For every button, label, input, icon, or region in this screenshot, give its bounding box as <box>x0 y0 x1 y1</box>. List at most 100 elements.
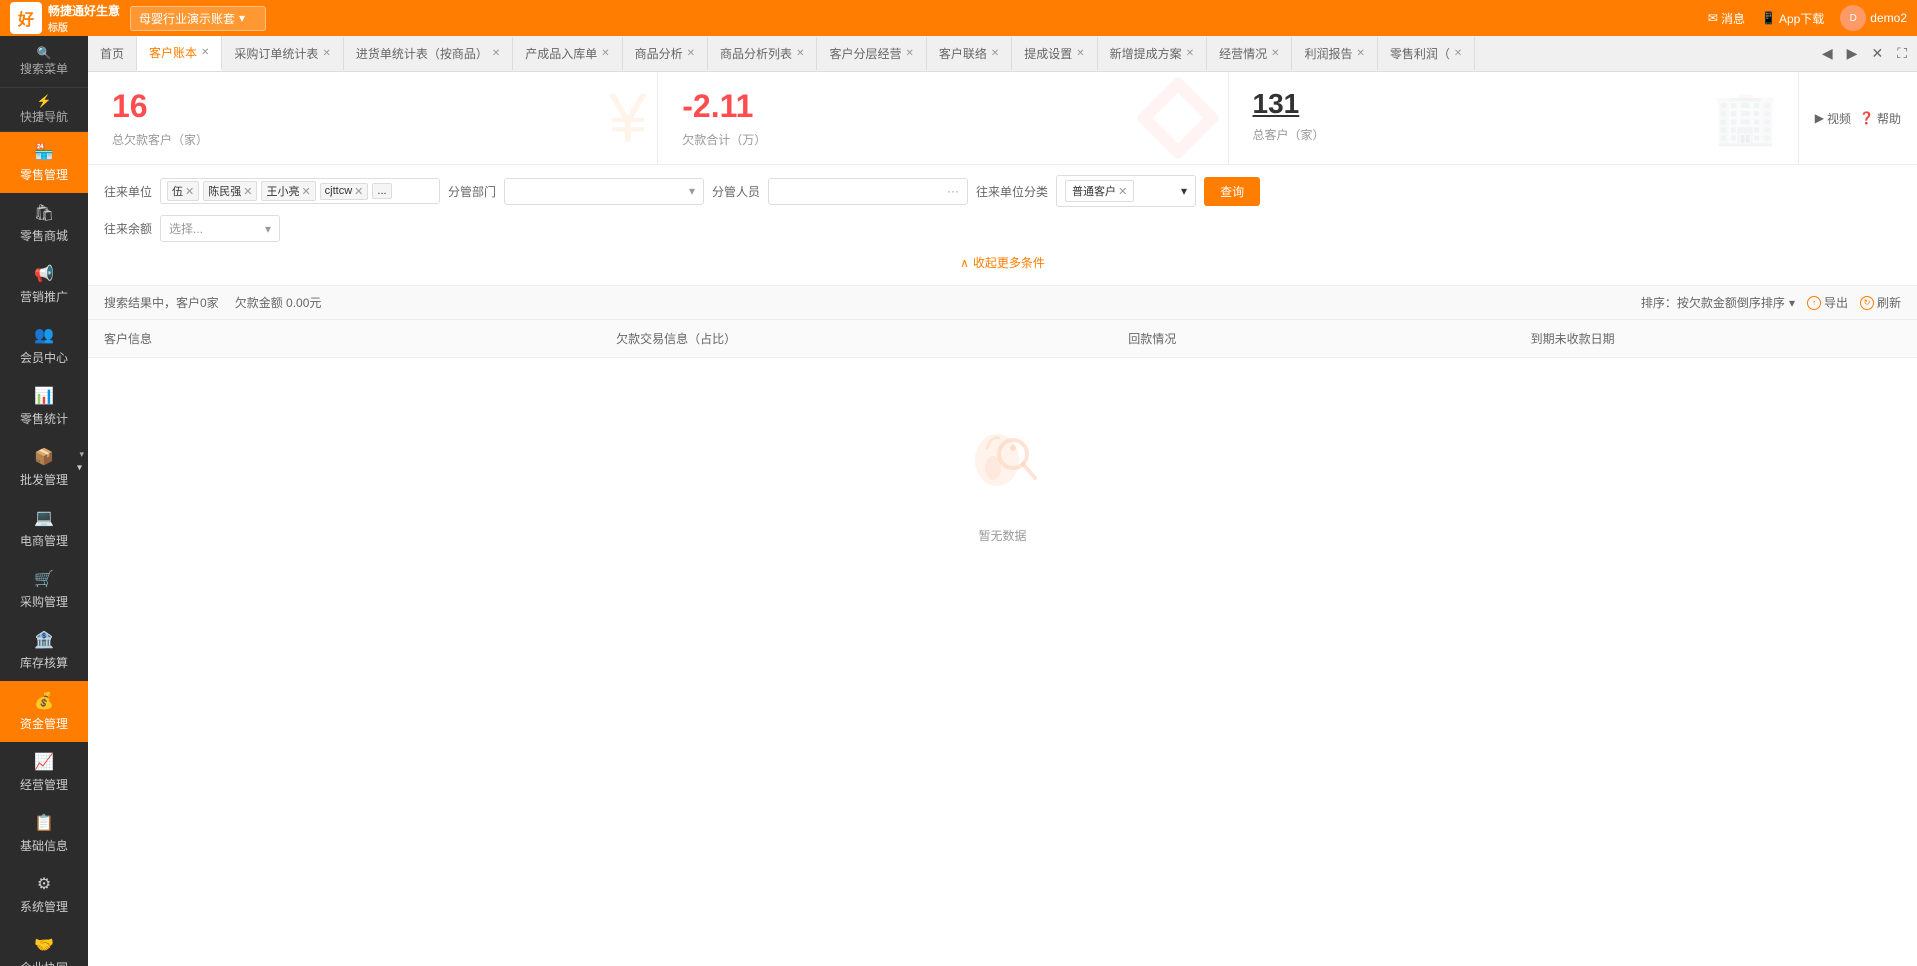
messages-btn[interactable]: ✉ 消息 <box>1708 10 1745 27</box>
stats-bar: ¥ 16 总欠款客户（家） -2.11 欠款合计（万） 🏢 131 总客 <box>88 72 1917 165</box>
filter-tag-0: 伍 ✕ <box>167 181 199 201</box>
tab-product-analysis[interactable]: 商品分析 ✕ <box>623 37 708 70</box>
tab-promotion-settings[interactable]: 提成设置 ✕ <box>1012 37 1097 70</box>
sidebar-item-inventory[interactable]: 🏦 库存核算 <box>0 620 88 681</box>
query-button[interactable]: 查询 <box>1204 177 1260 206</box>
stat-label-overdue-customers: 总欠款客户（家） <box>112 131 633 148</box>
quick-nav[interactable]: ⚡ 快捷导航 <box>0 88 88 132</box>
empty-icon <box>963 418 1043 515</box>
table-header-row: 客户信息 欠款交易信息（占比） 回款情况 到期未收款日期 <box>88 320 1917 358</box>
app-download-btn[interactable]: 📱 App下载 <box>1761 10 1824 27</box>
filter-unit-type-label: 往来单位分类 <box>976 183 1048 200</box>
tab-operations[interactable]: 经营情况 ✕ <box>1207 37 1292 70</box>
page-content: ¥ 16 总欠款客户（家） -2.11 欠款合计（万） 🏢 131 总客 <box>88 72 1917 966</box>
tab-product-inbound[interactable]: 产成品入库单 ✕ <box>513 37 622 70</box>
tab-retail-profit[interactable]: 零售利润（ ✕ <box>1378 37 1475 70</box>
tab-close-stock-stats[interactable]: ✕ <box>492 48 500 59</box>
empty-text: 暂无数据 <box>978 527 1026 544</box>
wholesale-icon: 📦 <box>34 447 54 467</box>
sidebar-item-system[interactable]: ⚙ 系统管理 <box>0 864 88 925</box>
filter-tag-1: 陈民强 ✕ <box>203 181 257 201</box>
remove-tag-0[interactable]: ✕ <box>185 185 194 198</box>
dept-dropdown-icon: ▾ <box>689 184 695 198</box>
stat-actions: ▶ 视频 ❓ 帮助 <box>1799 102 1917 135</box>
sidebar-item-enterprise[interactable]: 🤝 企业协同 <box>0 925 88 966</box>
system-icon: ⚙ <box>37 874 51 894</box>
sort-chevron-icon: ▾ <box>1789 296 1795 310</box>
tab-new-achievement[interactable]: 新增提成方案 ✕ <box>1098 37 1207 70</box>
sidebar-item-retail[interactable]: 🏪 零售管理 <box>0 132 88 193</box>
tab-purchase-order[interactable]: 采购订单统计表 ✕ <box>222 37 343 70</box>
collapse-up-icon: ∧ <box>960 256 969 270</box>
tab-profit-report[interactable]: 利润报告 ✕ <box>1292 37 1377 70</box>
tab-close-promotion-settings[interactable]: ✕ <box>1076 48 1084 59</box>
sort-dropdown[interactable]: 排序：按欠款金额倒序排序 ▾ <box>1641 294 1795 311</box>
logo-icon: 好 <box>10 2 42 34</box>
operations-icon: 📈 <box>34 752 54 772</box>
amount-dropdown-icon: ▾ <box>265 222 271 236</box>
export-btn[interactable]: ↑ 导出 <box>1807 294 1848 311</box>
tab-close-new-achievement[interactable]: ✕ <box>1186 48 1194 59</box>
content-area: 首页 客户账本 ✕ 采购订单统计表 ✕ 进货单统计表（按商品） ✕ 产成品入库单… <box>88 36 1917 966</box>
sidebar: 🔍 搜索菜单 ⚡ 快捷导航 🏪 零售管理 🛍 零售商城 📢 营销推广 👥 <box>0 36 88 966</box>
refresh-btn[interactable]: ↻ 刷新 <box>1860 294 1901 311</box>
remove-tag-2[interactable]: ✕ <box>301 185 310 198</box>
tab-close-all-btn[interactable]: ✕ <box>1865 41 1889 66</box>
tab-product-analysis-list[interactable]: 商品分析列表 ✕ <box>708 37 817 70</box>
sidebar-item-operations[interactable]: 📈 经营管理 <box>0 742 88 803</box>
results-summary: 搜索结果中，客户0家 欠款金额 0.00元 <box>104 294 321 311</box>
tab-close-purchase-order[interactable]: ✕ <box>322 48 330 59</box>
account-selector[interactable]: 母婴行业演示账套 ▾ <box>130 6 266 31</box>
tab-close-customer-tier[interactable]: ✕ <box>905 48 913 59</box>
tab-customer-tier[interactable]: 客户分层经营 ✕ <box>817 37 926 70</box>
filter-amount-input[interactable]: 选择... ▾ <box>160 215 280 242</box>
filter-tag-more[interactable]: ... <box>372 183 391 199</box>
sidebar-item-basic-info[interactable]: 📋 基础信息 <box>0 803 88 864</box>
remove-tag-1[interactable]: ✕ <box>243 185 252 198</box>
filter-person-input[interactable]: ··· <box>768 178 968 205</box>
retail-mall-icon: 🛍 <box>34 203 54 223</box>
tab-next-btn[interactable]: ▶ <box>1841 41 1864 66</box>
person-more-icon: ··· <box>947 184 959 198</box>
sidebar-item-marketing[interactable]: 📢 营销推广 <box>0 254 88 315</box>
tab-close-profit-report[interactable]: ✕ <box>1357 48 1365 59</box>
remove-tag-3[interactable]: ✕ <box>354 185 363 198</box>
sidebar-item-retail-stats[interactable]: 📊 零售统计 <box>0 376 88 437</box>
tab-close-retail-profit[interactable]: ✕ <box>1454 48 1462 59</box>
col-overdue-info: 欠款交易信息（占比） <box>600 320 1112 358</box>
sidebar-item-member[interactable]: 👥 会员中心 <box>0 315 88 376</box>
filter-unit-type-tags: 普通客户 ✕ ▾ <box>1056 175 1196 207</box>
tab-customer-contact[interactable]: 客户联络 ✕ <box>927 37 1012 70</box>
tab-home[interactable]: 首页 <box>88 37 137 70</box>
filter-amount-label: 往来余额 <box>104 220 152 237</box>
tab-close-product-inbound[interactable]: ✕ <box>601 48 609 59</box>
refresh-icon: ↻ <box>1860 296 1874 310</box>
tab-prev-btn[interactable]: ◀ <box>1816 41 1839 66</box>
user-avatar[interactable]: D demo2 <box>1840 5 1907 31</box>
tab-customer-capital[interactable]: 客户账本 ✕ <box>137 36 222 71</box>
tab-bar-actions: ◀ ▶ ✕ ⛶ <box>1812 41 1917 66</box>
collapse-button[interactable]: ∧ 收起更多条件 <box>952 250 1053 275</box>
tab-close-product-analysis[interactable]: ✕ <box>687 48 695 59</box>
sidebar-item-purchase[interactable]: 🛒 采购管理 <box>0 559 88 620</box>
app-logo: 好 畅捷通好生意 标版 <box>10 2 120 34</box>
sidebar-item-retail-mall[interactable]: 🛍 零售商城 <box>0 193 88 254</box>
video-btn[interactable]: ▶ 视频 <box>1815 110 1851 127</box>
tab-stock-stats[interactable]: 进货单统计表（按商品） ✕ <box>344 37 513 70</box>
empty-state: 暂无数据 <box>88 358 1917 604</box>
filter-tag-2: 王小亮 ✕ <box>261 181 315 201</box>
remove-unit-type[interactable]: ✕ <box>1118 185 1127 198</box>
tab-close-customer-contact[interactable]: ✕ <box>991 48 999 59</box>
sidebar-item-ecommerce[interactable]: 💻 电商管理 <box>0 498 88 559</box>
help-btn[interactable]: ❓ 帮助 <box>1859 110 1901 127</box>
finance-icon: 💰 <box>34 691 54 711</box>
sidebar-item-wholesale[interactable]: 📦 批发管理 ▾ <box>0 437 88 498</box>
tab-close-operations[interactable]: ✕ <box>1271 48 1279 59</box>
filter-dept-input[interactable]: ▾ <box>504 178 704 205</box>
stat-label-total-customers: 总客户（家） <box>1253 126 1774 143</box>
sidebar-item-finance[interactable]: 💰 资金管理 <box>0 681 88 742</box>
tab-expand-btn[interactable]: ⛶ <box>1891 41 1913 66</box>
tab-close-product-analysis-list[interactable]: ✕ <box>796 48 804 59</box>
sidebar-search[interactable]: 🔍 搜索菜单 <box>0 36 88 88</box>
tab-close-customer-capital[interactable]: ✕ <box>201 47 209 58</box>
